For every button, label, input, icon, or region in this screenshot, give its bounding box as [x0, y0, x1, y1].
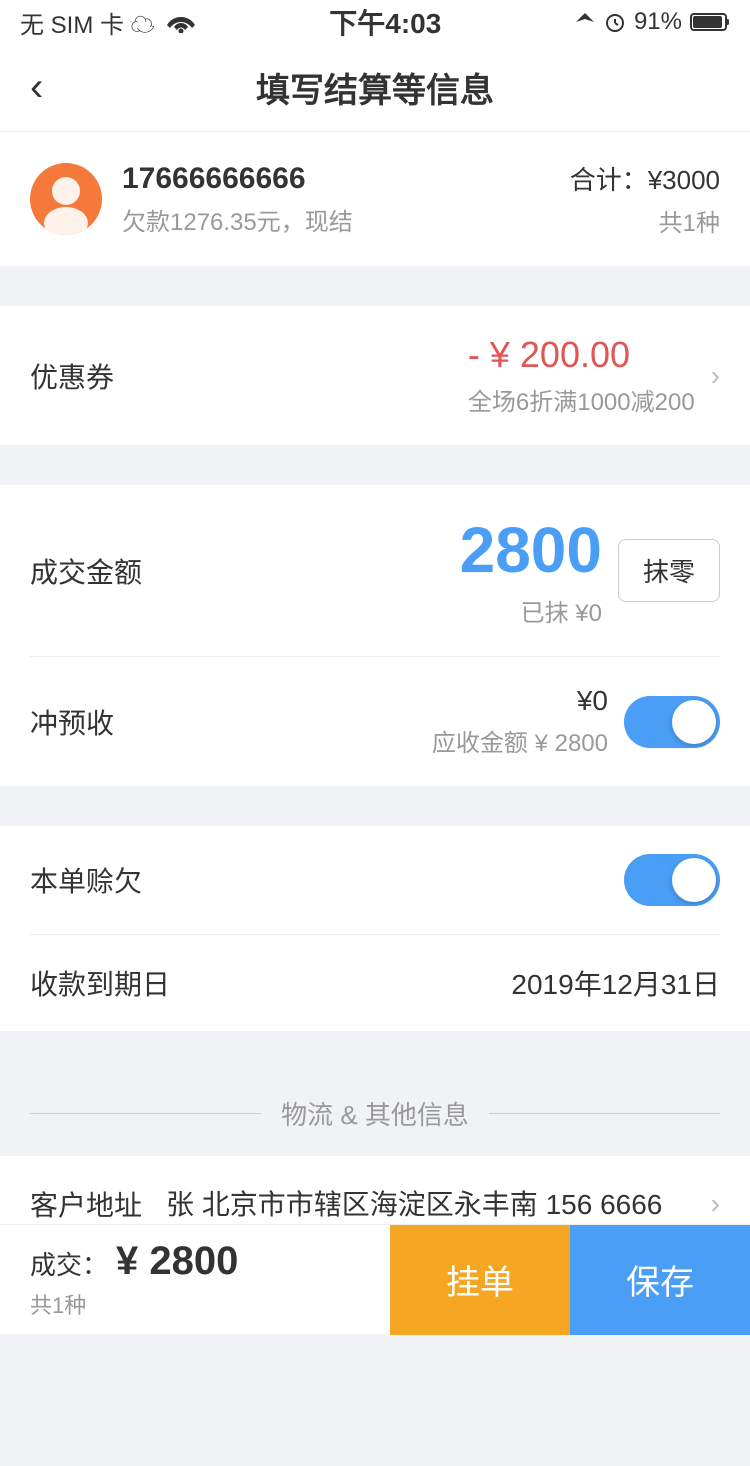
prepaid-desc: 应收金额 ¥ 2800 — [432, 723, 608, 758]
user-debt: 欠款1276.35元，现结 — [122, 202, 353, 237]
due-date-value: 2019年12月31日 — [511, 963, 720, 1003]
debt-toggle[interactable] — [624, 854, 720, 906]
debt-section: 本单赊欠 收款到期日 2019年12月31日 — [0, 826, 750, 1031]
coupon-label: 优惠券 — [30, 356, 114, 396]
gray-gap-2 — [0, 465, 750, 485]
address-chevron: › — [711, 1188, 720, 1220]
avatar-icon — [30, 163, 102, 235]
coupon-section: 优惠券 - ¥ 200.00 全场6折满1000减200 › — [0, 306, 750, 445]
wifi-icon — [165, 11, 197, 33]
coupon-discount: - ¥ 200.00 — [468, 334, 695, 376]
transaction-section: 成交金额 2800 已抹 ¥0 抹零 冲预收 ¥0 应收金额 ¥ 2800 — [0, 485, 750, 786]
status-time: 下午4:03 — [329, 2, 441, 42]
due-date-label: 收款到期日 — [30, 963, 170, 1003]
footer: 成交： ¥ 2800 共1种 挂单 保存 — [0, 1224, 750, 1334]
status-left: 无 SIM 卡 ☁ — [20, 5, 197, 40]
user-phone: 17666666666 — [122, 162, 353, 196]
hang-button[interactable]: 挂单 — [390, 1225, 570, 1335]
sim-status: 无 SIM 卡 ☁ — [20, 5, 155, 40]
location-icon — [574, 11, 596, 33]
debt-toggle-knob — [672, 858, 716, 902]
alarm-icon — [604, 11, 626, 33]
gray-gap-4 — [0, 1051, 750, 1071]
prepaid-row: 冲预收 ¥0 应收金额 ¥ 2800 — [0, 657, 750, 786]
address-chevron-icon: › — [711, 1188, 720, 1220]
status-right: 91% — [574, 8, 730, 36]
logistics-divider: 物流 & 其他信息 — [0, 1071, 750, 1156]
debt-label: 本单赊欠 — [30, 860, 142, 900]
debt-row: 本单赊欠 — [0, 826, 750, 934]
amount-row: 成交金额 2800 已抹 ¥0 抹零 — [0, 485, 750, 656]
transaction-amount: 2800 — [460, 513, 602, 587]
prepaid-right: ¥0 应收金额 ¥ 2800 — [432, 685, 720, 758]
save-button[interactable]: 保存 — [570, 1225, 750, 1335]
coupon-row[interactable]: 优惠券 - ¥ 200.00 全场6折满1000减200 › — [0, 306, 750, 445]
footer-count: 共1种 — [30, 1288, 360, 1320]
battery-icon — [690, 12, 730, 32]
divider-line-left — [30, 1113, 261, 1114]
prepaid-label: 冲预收 — [30, 702, 114, 742]
prepaid-toggle[interactable] — [624, 696, 720, 748]
footer-deal-label: 成交： — [30, 1245, 108, 1282]
status-bar: 无 SIM 卡 ☁ 下午4:03 91% — [0, 0, 750, 44]
address-label: 客户地址 — [30, 1184, 142, 1224]
gray-gap-1 — [0, 286, 750, 306]
user-row: 17666666666 欠款1276.35元，现结 合计：¥3000 共1种 — [0, 132, 750, 266]
prepaid-toggle-knob — [672, 700, 716, 744]
user-left: 17666666666 欠款1276.35元，现结 — [30, 162, 353, 237]
divider-line-right — [489, 1113, 720, 1114]
coupon-chevron-icon: › — [711, 360, 720, 392]
back-button[interactable]: ‹ — [30, 65, 90, 110]
battery-level: 91% — [634, 8, 682, 36]
footer-amount: ¥ 2800 — [116, 1239, 238, 1284]
coupon-desc: 全场6折满1000减200 — [468, 382, 695, 417]
due-date-row: 收款到期日 2019年12月31日 — [0, 935, 750, 1031]
avatar — [30, 163, 102, 235]
round-button[interactable]: 抹零 — [618, 539, 720, 602]
logistics-label: 物流 & 其他信息 — [281, 1095, 469, 1132]
gray-gap-3 — [0, 806, 750, 826]
total-label: 合计：¥3000 — [570, 160, 720, 197]
nav-bar: ‹ 填写结算等信息 — [0, 44, 750, 132]
prepaid-value: ¥0 — [432, 685, 608, 717]
user-summary: 合计：¥3000 共1种 — [570, 160, 720, 238]
user-section: 17666666666 欠款1276.35元，现结 合计：¥3000 共1种 — [0, 132, 750, 266]
total-count: 共1种 — [570, 203, 720, 238]
footer-info: 成交： ¥ 2800 共1种 — [0, 1239, 390, 1320]
amount-right: 2800 已抹 ¥0 抹零 — [460, 513, 720, 628]
coupon-right: - ¥ 200.00 全场6折满1000减200 › — [468, 334, 720, 417]
page-title: 填写结算等信息 — [256, 63, 494, 112]
amount-label: 成交金额 — [30, 551, 142, 591]
user-info: 17666666666 欠款1276.35元，现结 — [122, 162, 353, 237]
rounded-desc: 已抹 ¥0 — [460, 593, 602, 628]
